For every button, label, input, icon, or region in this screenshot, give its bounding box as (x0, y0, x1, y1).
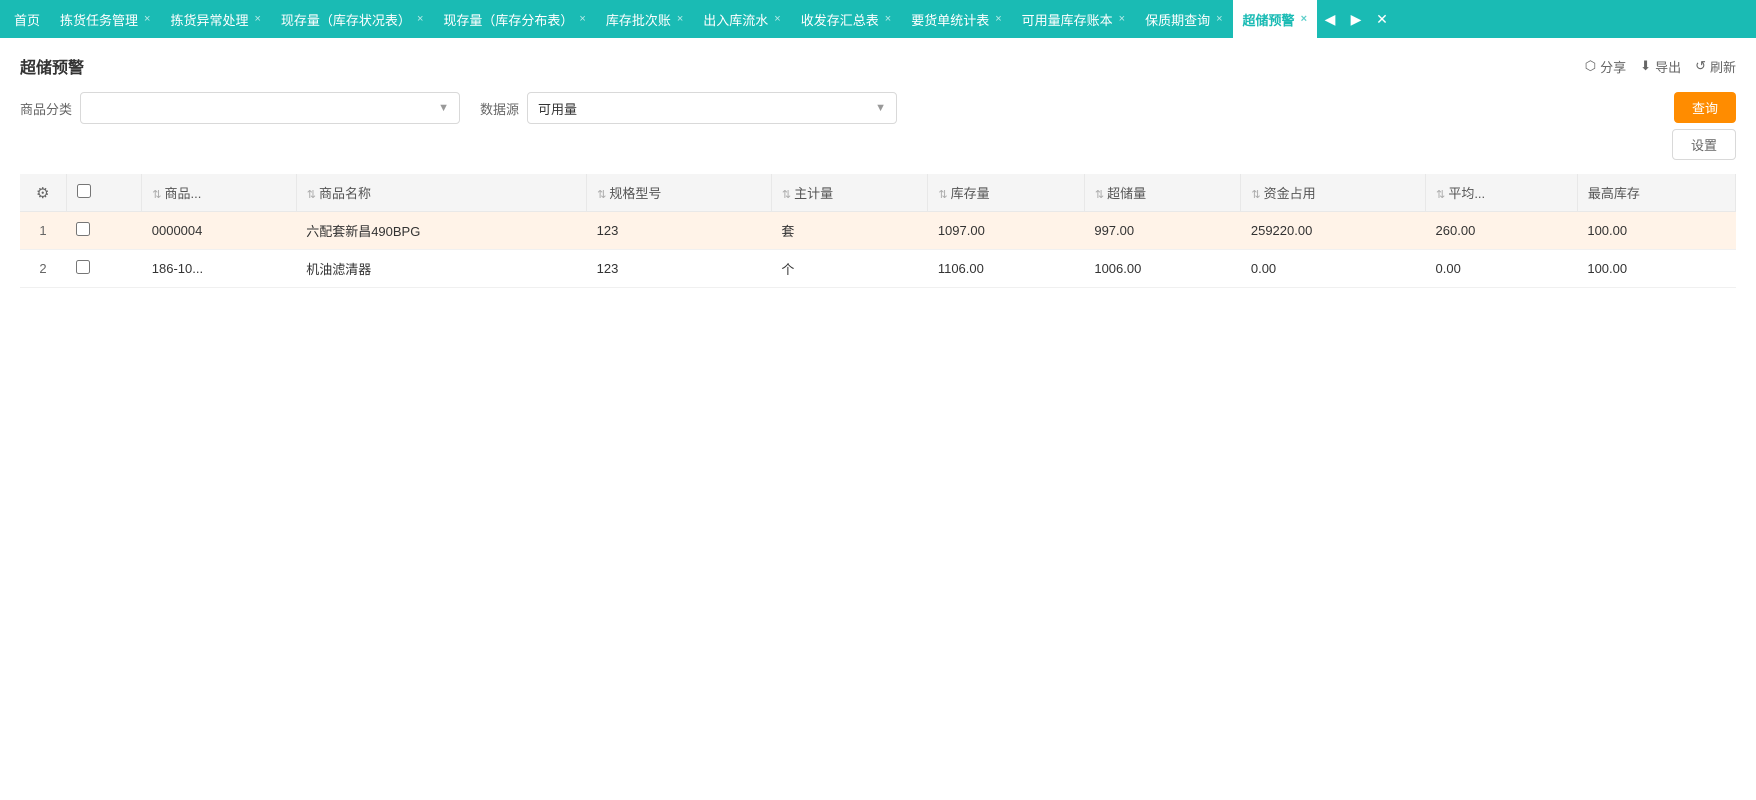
close-icon[interactable]: × (254, 13, 260, 25)
category-select[interactable]: ▼ (80, 92, 460, 124)
nav-order-stats[interactable]: 要货单统计表 × (901, 0, 1011, 38)
share-icon: ⬡ (1585, 58, 1596, 74)
datasource-select[interactable]: 可用量 ▼ (527, 92, 897, 124)
nav-expiry[interactable]: 保质期查询 × (1135, 0, 1232, 38)
product-code-cell: 186-10... (142, 250, 296, 288)
table-row: 1 0000004 六配套新昌490BPG 123 套 1097.00 997.… (20, 212, 1736, 250)
close-icon[interactable]: × (1216, 13, 1222, 25)
datasource-label: 数据源 (480, 99, 519, 118)
max-stock-cell: 100.00 (1577, 212, 1735, 250)
overstock-cell: 997.00 (1084, 212, 1241, 250)
refresh-icon: ↺ (1695, 58, 1706, 74)
close-icon[interactable]: × (995, 13, 1001, 25)
product-name-cell: 六配套新昌490BPG (296, 212, 586, 250)
avg-cell: 0.00 (1426, 250, 1578, 288)
share-button[interactable]: ⬡ 分享 (1585, 57, 1626, 76)
max-stock-cell: 100.00 (1577, 250, 1735, 288)
chevron-down-icon: ▼ (875, 102, 886, 114)
data-table: ⚙ 商品... 商品名称 规格型号 主计量 库存量 超储量 资金占用 平均...… (20, 174, 1736, 288)
top-nav: 首页 拣货任务管理 × 拣货异常处理 × 现存量（库存状况表） × 现存量（库存… (0, 0, 1756, 38)
close-icon[interactable]: × (144, 13, 150, 25)
stock-col-header[interactable]: 库存量 (928, 174, 1085, 212)
settings-button[interactable]: 设置 (1672, 129, 1736, 160)
category-label: 商品分类 (20, 99, 72, 118)
nav-inout-flow[interactable]: 出入库流水 × (693, 0, 790, 38)
close-icon[interactable]: × (677, 13, 683, 25)
nav-usable-stock[interactable]: 可用量库存账本 × (1012, 0, 1135, 38)
settings-col-header[interactable]: ⚙ (20, 174, 66, 212)
checkbox-cell[interactable] (66, 212, 142, 250)
select-all-checkbox[interactable] (77, 184, 91, 198)
spec-col-header[interactable]: 规格型号 (587, 174, 772, 212)
row-num-cell: 1 (20, 212, 66, 250)
export-icon: ⬇ (1640, 58, 1651, 74)
close-icon[interactable]: × (1119, 13, 1125, 25)
spec-cell: 123 (587, 250, 772, 288)
product-code-col-header[interactable]: 商品... (142, 174, 296, 212)
table-row: 2 186-10... 机油滤清器 123 个 1106.00 1006.00 … (20, 250, 1736, 288)
refresh-button[interactable]: ↺ 刷新 (1695, 57, 1736, 76)
nav-prev-arrow[interactable]: ◀ (1317, 0, 1343, 38)
stock-cell: 1097.00 (928, 212, 1085, 250)
row-num-cell: 2 (20, 250, 66, 288)
filter-buttons: 查询 设置 (1672, 92, 1736, 160)
spec-cell: 123 (587, 212, 772, 250)
stock-cell: 1106.00 (928, 250, 1085, 288)
table-header-row: ⚙ 商品... 商品名称 规格型号 主计量 库存量 超储量 资金占用 平均...… (20, 174, 1736, 212)
nav-batch[interactable]: 库存批次账 × (596, 0, 693, 38)
nav-summary[interactable]: 收发存汇总表 × (791, 0, 901, 38)
product-name-cell: 机油滤清器 (296, 250, 586, 288)
nav-task-mgmt[interactable]: 拣货任务管理 × (50, 0, 160, 38)
row-checkbox[interactable] (76, 260, 90, 274)
unit-col-header[interactable]: 主计量 (771, 174, 928, 212)
avg-col-header[interactable]: 平均... (1426, 174, 1578, 212)
unit-cell: 套 (771, 212, 928, 250)
datasource-filter: 数据源 可用量 ▼ (480, 92, 897, 124)
category-filter: 商品分类 ▼ (20, 92, 460, 124)
checkbox-cell[interactable] (66, 250, 142, 288)
query-button[interactable]: 查询 (1674, 92, 1736, 123)
close-icon[interactable]: × (885, 13, 891, 25)
nav-exception[interactable]: 拣货异常处理 × (160, 0, 270, 38)
checkbox-col-header[interactable] (66, 174, 142, 212)
nav-stock-status[interactable]: 现存量（库存状况表） × (271, 0, 433, 38)
capital-cell: 259220.00 (1241, 212, 1426, 250)
unit-cell: 个 (771, 250, 928, 288)
close-icon[interactable]: × (579, 13, 585, 25)
overstock-cell: 1006.00 (1084, 250, 1241, 288)
overstock-col-header[interactable]: 超储量 (1084, 174, 1241, 212)
page-title: 超储预警 (20, 54, 84, 78)
header-actions: ⬡ 分享 ⬇ 导出 ↺ 刷新 (1585, 57, 1736, 76)
close-icon[interactable]: × (417, 13, 423, 25)
capital-col-header[interactable]: 资金占用 (1241, 174, 1426, 212)
chevron-down-icon: ▼ (438, 102, 449, 114)
nav-overstock[interactable]: 超储预警 × (1233, 0, 1317, 38)
nav-home[interactable]: 首页 (4, 0, 50, 38)
max-stock-col-header: 最高库存 (1577, 174, 1735, 212)
gear-icon[interactable]: ⚙ (36, 185, 49, 202)
product-code-cell: 0000004 (142, 212, 296, 250)
nav-close-arrow[interactable]: ✕ (1369, 0, 1395, 38)
capital-cell: 0.00 (1241, 250, 1426, 288)
nav-stock-dist[interactable]: 现存量（库存分布表） × (433, 0, 595, 38)
close-icon[interactable]: × (1301, 13, 1307, 25)
row-checkbox[interactable] (76, 222, 90, 236)
avg-cell: 260.00 (1426, 212, 1578, 250)
export-button[interactable]: ⬇ 导出 (1640, 57, 1681, 76)
page-content: 超储预警 ⬡ 分享 ⬇ 导出 ↺ 刷新 商品分类 ▼ 数据源 (0, 38, 1756, 304)
page-header: 超储预警 ⬡ 分享 ⬇ 导出 ↺ 刷新 (20, 54, 1736, 78)
close-icon[interactable]: × (774, 13, 780, 25)
nav-next-arrow[interactable]: ▶ (1343, 0, 1369, 38)
product-name-col-header[interactable]: 商品名称 (296, 174, 586, 212)
